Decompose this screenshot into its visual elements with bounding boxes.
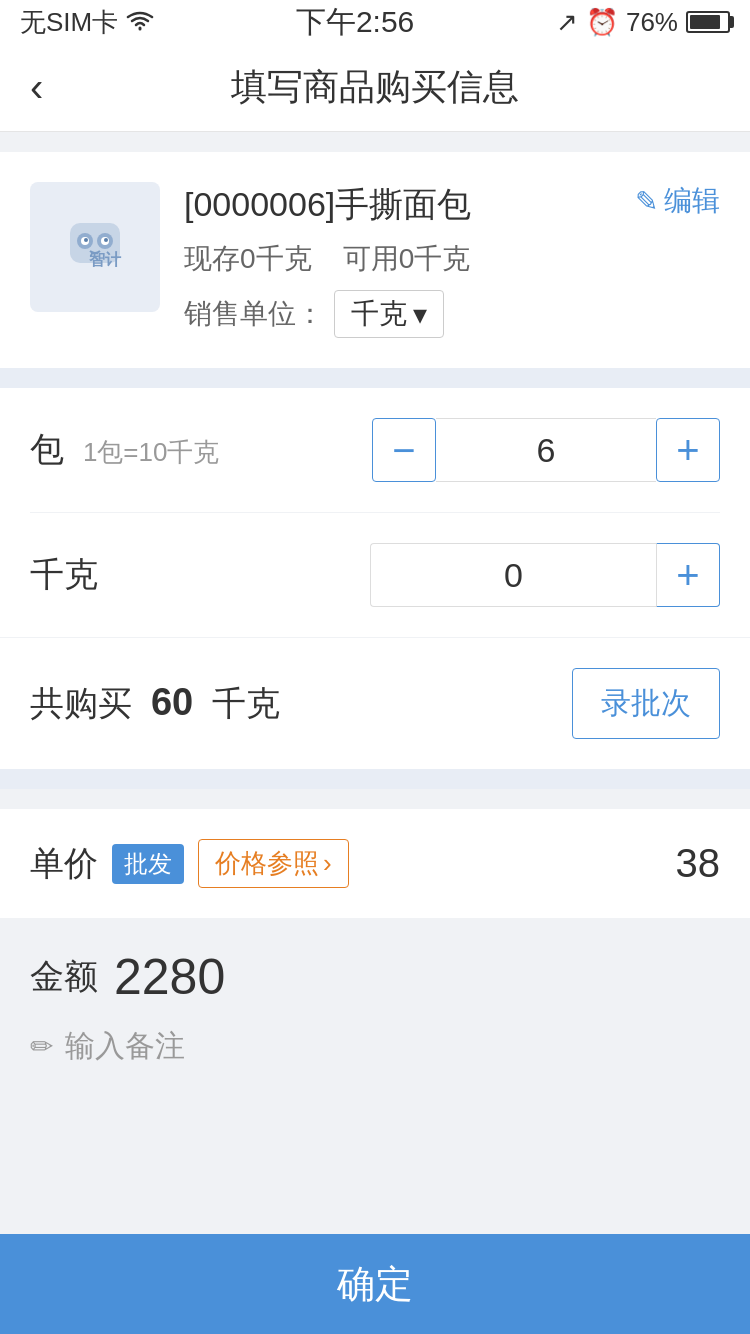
row2-controls: + (370, 543, 720, 607)
unit-label: 销售单位： (184, 295, 324, 333)
row1-controls: − + (372, 418, 720, 482)
pencil-icon: ✏ (30, 1030, 53, 1063)
location-icon: ↗ (556, 7, 578, 38)
chevron-right-icon: › (323, 848, 332, 879)
section-divider-1 (0, 368, 750, 388)
status-time: 下午2:56 (296, 2, 414, 43)
quantity-input-1[interactable] (436, 418, 656, 482)
dropdown-arrow-icon: ▾ (413, 298, 427, 331)
total-row: 共购买 60 千克 录批次 (0, 637, 750, 769)
product-logo-icon: 智计 (60, 213, 130, 282)
status-right: ↗ ⏰ 76% (556, 7, 730, 38)
product-unit-row: 销售单位： 千克 ▾ (184, 290, 720, 338)
product-image: 智计 (30, 182, 160, 312)
svg-point-6 (104, 238, 108, 242)
product-card: 智计 [0000006]手撕面包 现存0千克 可用0千克 销售单位： 千克 ▾ … (0, 152, 750, 368)
batch-tag: 批发 (112, 844, 184, 884)
edit-icon: ✎ (635, 185, 658, 218)
price-label: 单价 (30, 841, 98, 887)
back-button[interactable]: ‹ (30, 65, 43, 110)
section-divider-2 (0, 769, 750, 789)
carrier-text: 无SIM卡 (20, 5, 118, 40)
status-bar: 无SIM卡 下午2:56 ↗ ⏰ 76% (0, 0, 750, 44)
row1-label-group: 包 1包=10千克 (30, 427, 219, 473)
quantity-input-2[interactable] (370, 543, 656, 607)
svg-text:智计: 智计 (88, 251, 122, 268)
quantity-row-2: 千克 + (30, 513, 720, 637)
amount-value: 2280 (114, 948, 225, 1006)
nav-bar: ‹ 填写商品购买信息 (0, 44, 750, 132)
battery-text: 76% (626, 7, 678, 38)
amount-row: 金额 2280 (30, 948, 720, 1006)
nav-title: 填写商品购买信息 (231, 63, 519, 112)
remark-placeholder: 输入备注 (65, 1026, 185, 1067)
alarm-icon: ⏰ (586, 7, 618, 38)
unit-select[interactable]: 千克 ▾ (334, 290, 444, 338)
confirm-bar[interactable]: 确定 (0, 1234, 750, 1334)
batch-button[interactable]: 录批次 (572, 668, 720, 739)
quantity-row-1: 包 1包=10千克 − + (30, 388, 720, 513)
price-value: 38 (676, 841, 721, 886)
price-section: 单价 批发 价格参照 › 38 (0, 809, 750, 918)
edit-button[interactable]: ✎ 编辑 (635, 182, 720, 220)
wifi-icon (126, 11, 154, 33)
price-left: 单价 批发 价格参照 › (30, 839, 349, 888)
product-stock: 现存0千克 可用0千克 (184, 240, 720, 278)
amount-section: 金额 2280 ✏ 输入备注 (0, 918, 750, 1097)
battery-icon (686, 11, 730, 33)
input-section: 包 1包=10千克 − + 千克 + (0, 388, 750, 637)
row1-hint: 1包=10千克 (83, 437, 220, 467)
price-ref-button[interactable]: 价格参照 › (198, 839, 349, 888)
confirm-button-text: 确定 (337, 1259, 413, 1310)
row2-label: 千克 (30, 552, 98, 598)
amount-label: 金额 (30, 954, 98, 1000)
svg-point-5 (84, 238, 88, 242)
price-row: 单价 批发 价格参照 › 38 (30, 839, 720, 888)
total-text: 共购买 60 千克 (30, 681, 280, 727)
decrement-button-1[interactable]: − (372, 418, 436, 482)
remark-row[interactable]: ✏ 输入备注 (30, 1026, 720, 1067)
increment-button-2[interactable]: + (656, 543, 720, 607)
increment-button-1[interactable]: + (656, 418, 720, 482)
row1-label: 包 (30, 430, 64, 468)
status-left: 无SIM卡 (20, 5, 154, 40)
total-quantity: 60 (151, 681, 193, 723)
